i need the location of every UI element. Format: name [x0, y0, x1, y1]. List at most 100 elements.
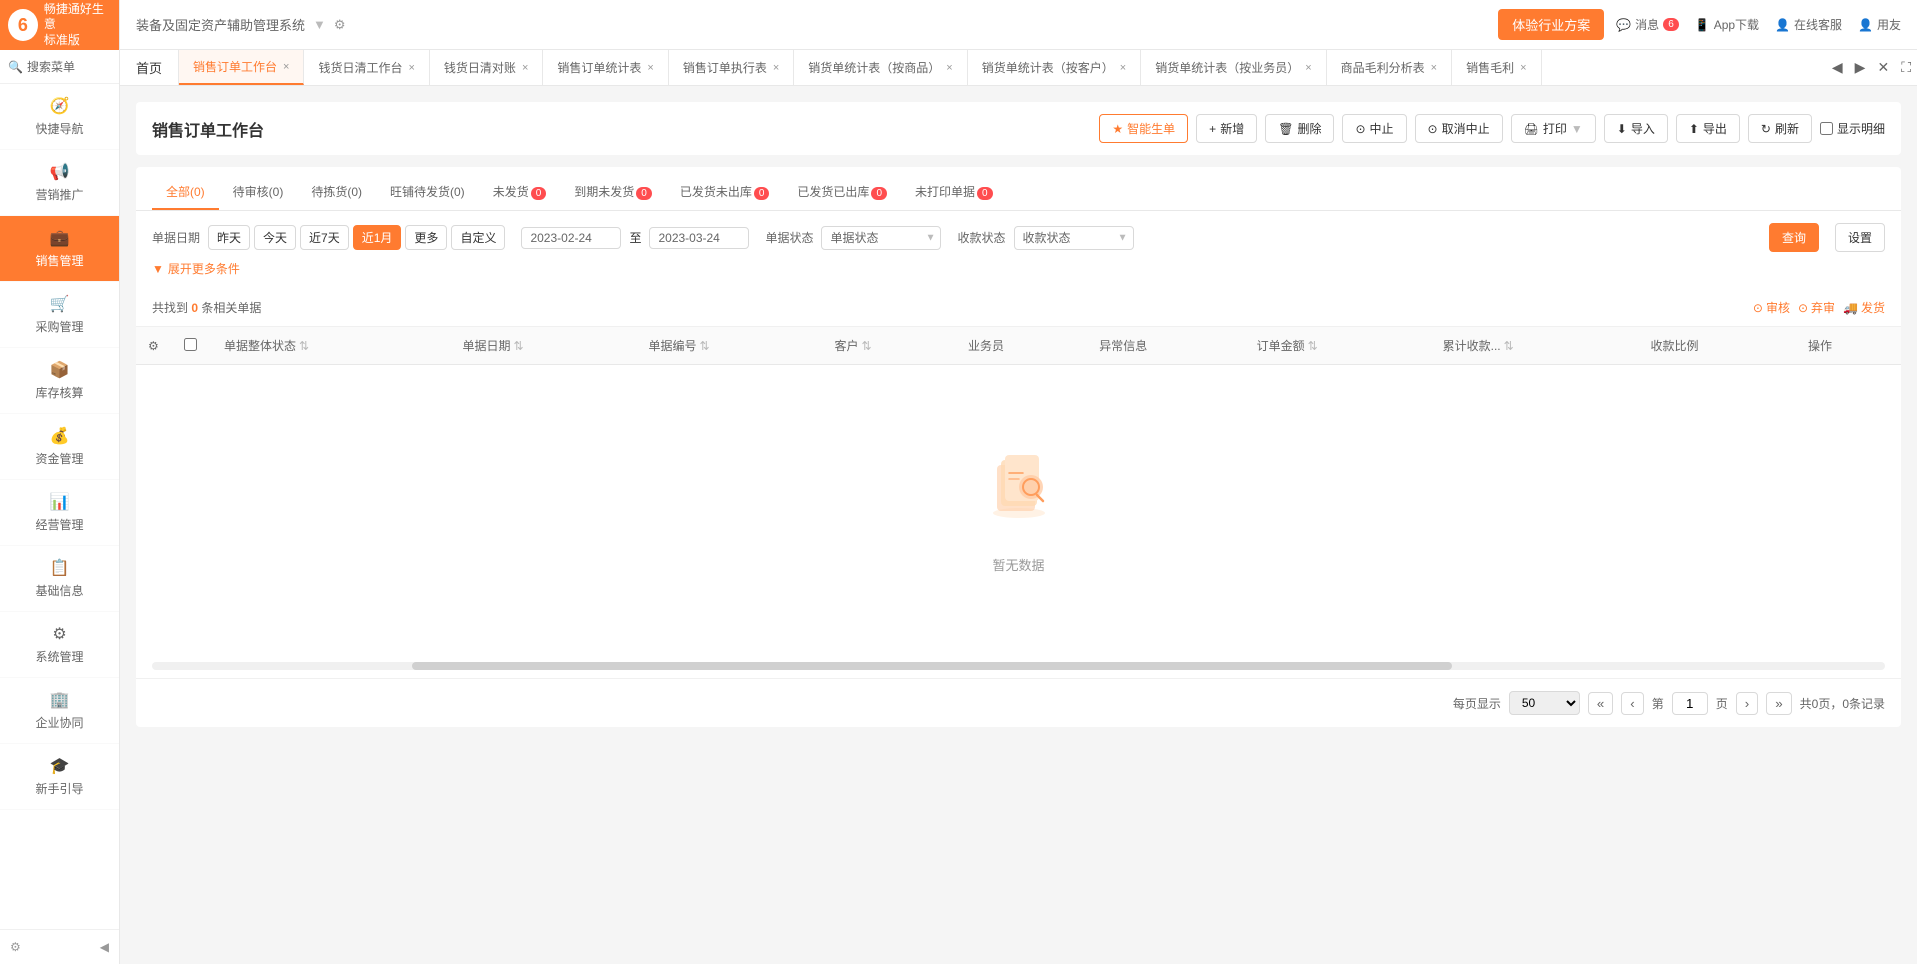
scroll-thumb[interactable] — [412, 662, 1452, 670]
smart-create-button[interactable]: ★ 智能生单 — [1099, 114, 1188, 143]
expand-conditions-button[interactable]: ▼ 展开更多条件 — [152, 260, 1885, 277]
tab-close-sales-stats-staff[interactable]: × — [1305, 62, 1311, 74]
tab-maximize-button[interactable]: ⛶ — [1895, 51, 1917, 84]
delete-button[interactable]: 🗑删除 — [1265, 114, 1334, 143]
status-select[interactable]: 单据状态 — [821, 226, 941, 250]
tab-sales-order[interactable]: 销售订单工作台× — [179, 50, 304, 85]
date-end-input[interactable] — [649, 227, 749, 249]
tab-sales-stats-customer[interactable]: 销货单统计表（按客户）× — [968, 50, 1141, 85]
tab-sales-profit[interactable]: 销售毛利× — [1452, 50, 1541, 85]
tab-sales-exec[interactable]: 销售订单执行表× — [669, 50, 794, 85]
sidebar-item-sales[interactable]: 💼销售管理 — [0, 216, 119, 282]
tab-close-sales-stats-customer[interactable]: × — [1120, 62, 1126, 74]
refresh-button[interactable]: ↻刷新 — [1748, 114, 1812, 143]
tab-sales-stats-staff[interactable]: 销货单统计表（按业务员）× — [1141, 50, 1326, 85]
date-1month-button[interactable]: 近1月 — [353, 225, 402, 250]
filter-tab-shipped-not-out[interactable]: 已发货未出库0 — [666, 175, 784, 210]
filter-tab-shipped-out[interactable]: 已发货已出库0 — [783, 175, 901, 210]
export-button[interactable]: ⬆导出 — [1676, 114, 1740, 143]
tab-sales-stats-product[interactable]: 销货单统计表（按商品）× — [794, 50, 967, 85]
query-button[interactable]: 查询 — [1769, 223, 1819, 252]
filter-tab-not-printed[interactable]: 未打印单据0 — [901, 175, 1007, 210]
sidebar-item-base-info[interactable]: 📋基础信息 — [0, 546, 119, 612]
stop-button[interactable]: ⊙中止 — [1342, 114, 1406, 143]
tab-next-button[interactable]: ▶ — [1849, 51, 1872, 84]
phone-icon: 📱 — [1695, 18, 1710, 32]
prev-page-button[interactable]: ‹ — [1621, 692, 1643, 715]
print-button[interactable]: 🖨打印 ▼ — [1511, 114, 1596, 143]
show-detail-checkbox[interactable]: 显示明细 — [1820, 120, 1885, 137]
payment-select[interactable]: 收款状态 — [1014, 226, 1134, 250]
show-detail-input[interactable] — [1820, 122, 1833, 135]
page-number-input[interactable] — [1672, 692, 1708, 715]
filter-tab-pending-review[interactable]: 待审核(0) — [219, 175, 298, 210]
cancel-stop-button[interactable]: ⊙取消中止 — [1415, 114, 1503, 143]
tab-close-all-button[interactable]: ✕ — [1871, 51, 1895, 84]
tab-close-sales-stats-product[interactable]: × — [946, 62, 952, 74]
messages-button[interactable]: 💬 消息 6 — [1616, 16, 1679, 33]
sidebar-item-inventory[interactable]: 📦库存核算 — [0, 348, 119, 414]
tab-close-sales-profit[interactable]: × — [1520, 62, 1526, 74]
next-page-button[interactable]: › — [1736, 692, 1758, 715]
tab-close-cash-daily[interactable]: × — [408, 62, 414, 74]
col-settings-icon[interactable]: ⚙ — [148, 339, 159, 353]
col-abnormal: 异常信息 — [1087, 327, 1244, 365]
filter-tab-not-shipped[interactable]: 未发货0 — [479, 175, 561, 210]
tab-close-cash-reconcile[interactable]: × — [522, 62, 528, 74]
date-yesterday-button[interactable]: 昨天 — [208, 225, 250, 250]
date-7days-button[interactable]: 近7天 — [300, 225, 349, 250]
search-row: 单据日期 昨天 今天 近7天 近1月 更多 自定义 至 — [152, 223, 1885, 252]
sidebar-item-operations[interactable]: 📊经营管理 — [0, 480, 119, 546]
tab-prev-button[interactable]: ◀ — [1826, 51, 1849, 84]
sidebar-item-beginner[interactable]: 🎓新手引导 — [0, 744, 119, 810]
page-size-select[interactable]: 50 20 100 — [1509, 691, 1580, 715]
date-more-button[interactable]: 更多 — [405, 225, 447, 250]
date-today-button[interactable]: 今天 — [254, 225, 296, 250]
app-download-button[interactable]: 📱 App下载 — [1695, 16, 1759, 33]
sidebar-item-quick-nav[interactable]: 🧭快捷导航 — [0, 84, 119, 150]
horizontal-scrollbar[interactable] — [136, 654, 1901, 678]
tab-close-sales-stats[interactable]: × — [647, 62, 653, 74]
settings-gear[interactable]: ⚙ — [334, 17, 346, 33]
tab-close-sales-order[interactable]: × — [283, 61, 289, 73]
ship-button[interactable]: 🚚 发货 — [1843, 299, 1885, 316]
sidebar-item-finance[interactable]: 💰资金管理 — [0, 414, 119, 480]
pagination: 每页显示 50 20 100 « ‹ 第 页 › » 共0页，0条记录 — [136, 678, 1901, 727]
import-button[interactable]: ⬇导入 — [1604, 114, 1668, 143]
settings-icon[interactable]: ⚙ — [10, 940, 21, 954]
filter-tab-overdue-not-shipped[interactable]: 到期未发货0 — [560, 175, 666, 210]
sidebar-item-system[interactable]: ⚙系统管理 — [0, 612, 119, 678]
first-page-button[interactable]: « — [1588, 692, 1613, 715]
col-collected: 累计收款...⇅ — [1431, 327, 1639, 365]
audit-button[interactable]: ⊙ 审核 — [1753, 299, 1790, 316]
last-page-button[interactable]: » — [1766, 692, 1791, 715]
sidebar-item-enterprise[interactable]: 🏢企业协同 — [0, 678, 119, 744]
sidebar-item-marketing[interactable]: 📢营销推广 — [0, 150, 119, 216]
collapse-icon[interactable]: ◀ — [100, 940, 109, 954]
sidebar-item-purchase[interactable]: 🛒采购管理 — [0, 282, 119, 348]
select-all-checkbox[interactable] — [184, 338, 197, 351]
revoke-button[interactable]: ⊙ 弃审 — [1798, 299, 1835, 316]
scroll-track — [152, 662, 1885, 670]
filter-tab-wangpu-pending[interactable]: 旺铺待发货(0) — [376, 175, 479, 210]
tab-cash-daily[interactable]: 钱货日清工作台× — [304, 50, 429, 85]
tab-sales-stats[interactable]: 销售订单统计表× — [543, 50, 668, 85]
filter-tab-pending-inspect[interactable]: 待拣货(0) — [297, 175, 376, 210]
tab-product-margin[interactable]: 商品毛利分析表× — [1327, 50, 1452, 85]
tab-home[interactable]: 首页 — [120, 50, 179, 85]
date-start-input[interactable] — [521, 227, 621, 249]
settings-button[interactable]: 设置 — [1835, 223, 1885, 252]
online-service-button[interactable]: 👤 在线客服 — [1775, 16, 1842, 33]
user-avatar[interactable]: 👤 用友 — [1858, 16, 1901, 33]
system-title: 装备及固定资产辅助管理系统 ▼ ⚙ — [136, 15, 1486, 34]
add-button[interactable]: +新增 — [1196, 114, 1257, 143]
date-custom-button[interactable]: 自定义 — [451, 225, 505, 250]
tab-close-sales-exec[interactable]: × — [773, 62, 779, 74]
tab-cash-reconcile[interactable]: 钱货日清对账× — [430, 50, 543, 85]
tab-close-product-margin[interactable]: × — [1431, 62, 1437, 74]
industry-solution-button[interactable]: 体验行业方案 — [1498, 9, 1604, 40]
status-filter: 单据状态 单据状态 ▼ — [765, 226, 941, 250]
filter-tab-all[interactable]: 全部(0) — [152, 175, 219, 210]
search-menu[interactable]: 🔍 搜索菜单 — [0, 50, 119, 84]
date-filter: 单据日期 昨天 今天 近7天 近1月 更多 自定义 — [152, 225, 505, 250]
